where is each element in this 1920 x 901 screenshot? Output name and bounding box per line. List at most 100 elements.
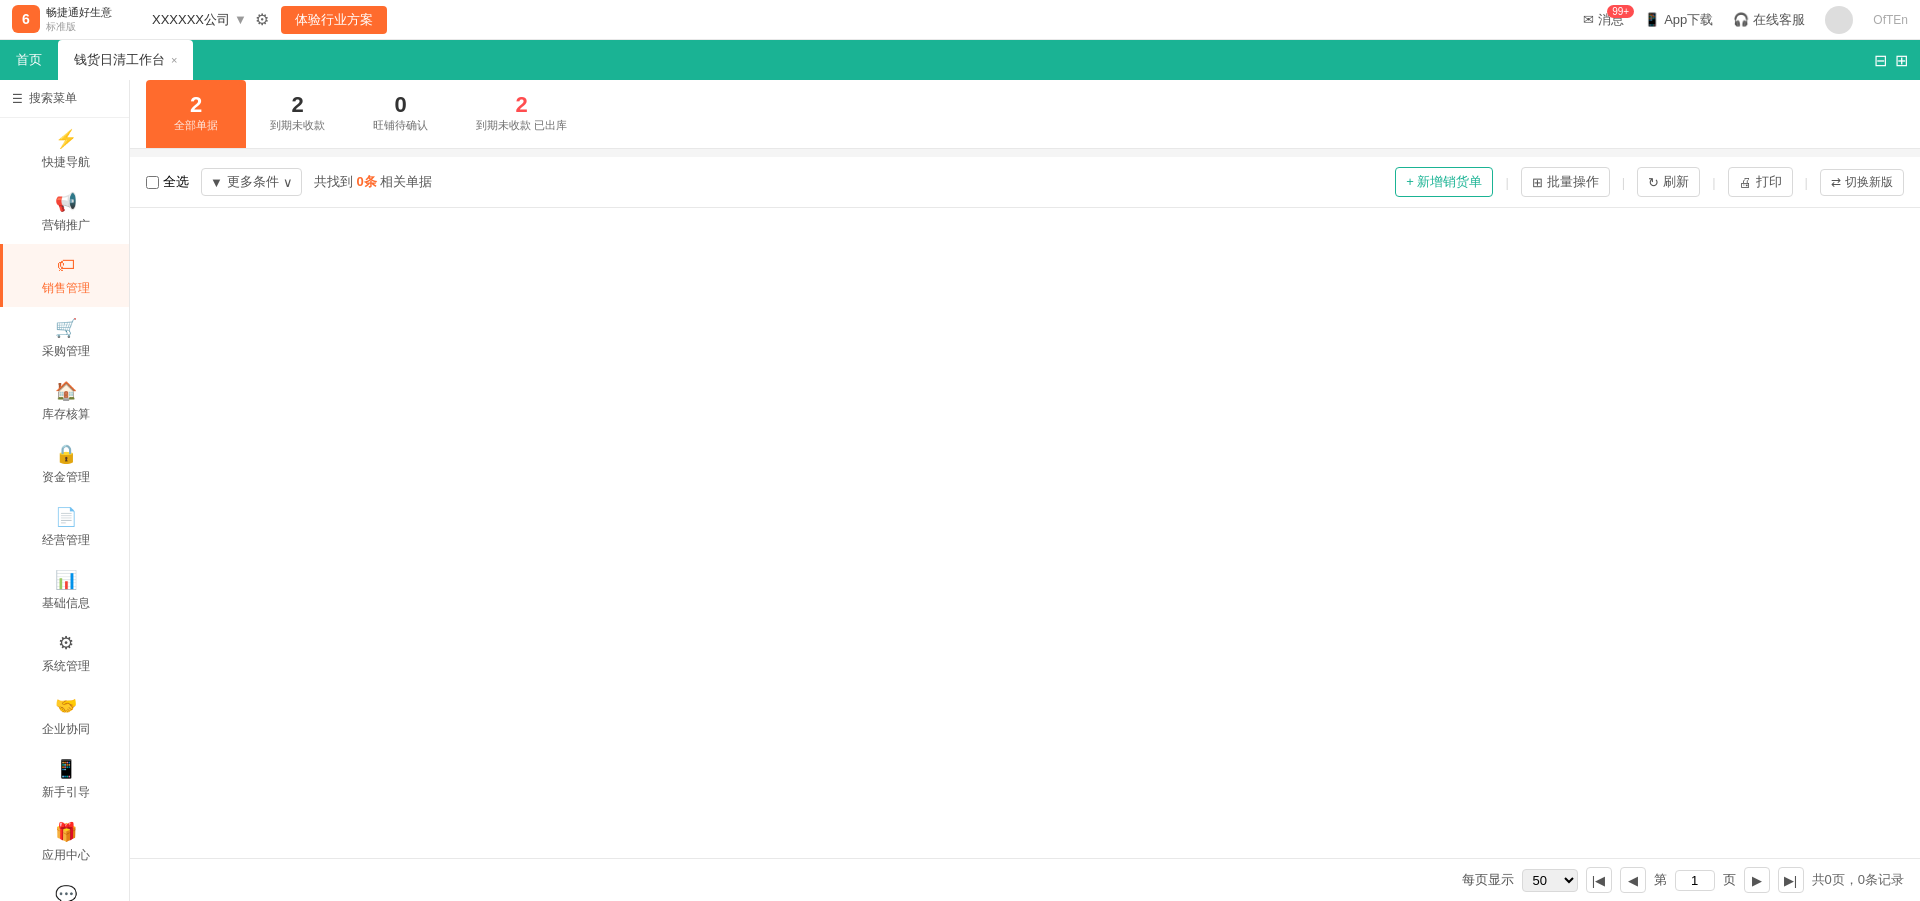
online-service-btn[interactable]: 🎧 在线客服 — [1733, 11, 1805, 29]
tab-pending-count: 0 — [394, 92, 406, 118]
service-icon: 🎧 — [1733, 12, 1749, 27]
print-icon: 🖨 — [1739, 175, 1752, 190]
add-sales-order-btn[interactable]: + 新增销货单 — [1395, 167, 1493, 197]
marketing-label: 营销推广 — [42, 217, 90, 234]
logo: 6 畅捷通好生意 标准版 — [12, 5, 142, 33]
search-icon: ☰ — [12, 92, 23, 106]
marketing-icon: 📢 — [55, 191, 77, 213]
tab-unshipped-label: 到期未收款 已出库 — [476, 118, 567, 133]
print-btn[interactable]: 🖨 打印 — [1728, 167, 1793, 197]
finance-icon: 🔒 — [55, 443, 77, 465]
active-tab[interactable]: 钱货日清工作台 × — [58, 40, 193, 80]
dropdown-icon: ▼ — [234, 12, 247, 27]
experience-btn[interactable]: 体验行业方案 — [281, 6, 387, 34]
select-all-input[interactable] — [146, 176, 159, 189]
stats-tabs: 2 全部单据 2 到期未收款 0 旺铺待确认 2 到期未收款 已出库 — [130, 80, 1920, 149]
select-all-label: 全选 — [163, 173, 189, 191]
sidebar-item-enterprise[interactable]: 🤝 企业协同 — [0, 685, 129, 748]
tab-unshipped-count: 2 — [515, 92, 527, 118]
page-suffix: 页 — [1723, 871, 1736, 889]
message-btn[interactable]: ✉ 消息 99+ — [1583, 11, 1624, 29]
purchase-label: 采购管理 — [42, 343, 90, 360]
tab-pending-confirm[interactable]: 0 旺铺待确认 — [349, 80, 452, 148]
sidebar-item-operations[interactable]: 📄 经营管理 — [0, 496, 129, 559]
pagination: 每页显示 50 100 200 |◀ ◀ 第 页 ▶ ▶| 共0页，0条记录 — [130, 858, 1920, 901]
tab-all-label: 全部单据 — [174, 118, 218, 133]
sidebar-item-quick-nav[interactable]: ⚡ 快捷导航 — [0, 118, 129, 181]
table-area — [130, 208, 1920, 858]
refresh-btn[interactable]: ↻ 刷新 — [1637, 167, 1700, 197]
guide-icon: 📱 — [55, 758, 77, 780]
sidebar-item-finance[interactable]: 🔒 资金管理 — [0, 433, 129, 496]
sidebar-item-app-center[interactable]: 🎁 应用中心 — [0, 811, 129, 874]
sidebar-item-sales[interactable]: 🏷 销售管理 — [0, 244, 129, 307]
first-page-btn[interactable]: |◀ — [1586, 867, 1612, 893]
per-page-label: 每页显示 — [1462, 871, 1514, 889]
message-badge: 99+ — [1607, 5, 1634, 18]
sidebar-item-system[interactable]: ⚙ 系统管理 — [0, 622, 129, 685]
enterprise-label: 企业协同 — [42, 721, 90, 738]
next-page-btn[interactable]: ▶ — [1744, 867, 1770, 893]
per-page-select[interactable]: 50 100 200 — [1522, 869, 1578, 892]
switch-version-btn[interactable]: ⇄ 切换新版 — [1820, 169, 1904, 196]
finance-label: 资金管理 — [42, 469, 90, 486]
settings-icon[interactable]: ⚙ — [255, 10, 269, 29]
switch-icon: ⇄ — [1831, 175, 1841, 189]
filter-icon: ▼ — [210, 175, 223, 190]
tab-overdue-unpaid[interactable]: 2 到期未收款 — [246, 80, 349, 148]
search-label: 搜索菜单 — [29, 90, 77, 107]
page-label: 第 — [1654, 871, 1667, 889]
basic-info-label: 基础信息 — [42, 595, 90, 612]
operations-icon: 📄 — [55, 506, 77, 528]
nav-tab-actions: ⊟ ⊞ — [1874, 51, 1920, 70]
found-count: 0条 — [357, 174, 377, 189]
sales-label: 销售管理 — [42, 280, 90, 297]
company-name: XXXXXX公司 — [152, 11, 230, 29]
system-label: 系统管理 — [42, 658, 90, 675]
sidebar-item-marketing[interactable]: 📢 营销推广 — [0, 181, 129, 244]
sidebar-item-wechat[interactable]: 💬 企业微信 — [0, 874, 129, 901]
app-download-btn[interactable]: 📱 App下载 — [1644, 11, 1713, 29]
sidebar-search[interactable]: ☰ 搜索菜单 — [0, 80, 129, 118]
topbar: 6 畅捷通好生意 标准版 XXXXXX公司 ▼ ⚙ 体验行业方案 ✉ 消息 99… — [0, 0, 1920, 40]
sidebar-item-inventory[interactable]: 🏠 库存核算 — [0, 370, 129, 433]
topbar-right: ✉ 消息 99+ 📱 App下载 🎧 在线客服 OfTEn — [1583, 6, 1908, 34]
logo-sub: 标准版 — [46, 20, 112, 34]
avatar[interactable] — [1825, 6, 1853, 34]
page-input[interactable] — [1675, 870, 1715, 891]
batch-label: 批量操作 — [1547, 173, 1599, 191]
home-tab[interactable]: 首页 — [0, 40, 58, 80]
prev-page-btn[interactable]: ◀ — [1620, 867, 1646, 893]
sales-icon: 🏷 — [55, 254, 77, 276]
sidebar-item-basic-info[interactable]: 📊 基础信息 — [0, 559, 129, 622]
found-text: 共找到 0条 相关单据 — [314, 173, 432, 191]
app-center-label: 应用中心 — [42, 847, 90, 864]
tab-overdue-unpaid-label: 到期未收款 — [270, 118, 325, 133]
tab-overdue-unshipped[interactable]: 2 到期未收款 已出库 — [452, 80, 591, 148]
message-icon: ✉ — [1583, 12, 1594, 27]
filter-chevron-icon: ∨ — [283, 175, 293, 190]
sidebar-item-guide[interactable]: 📱 新手引导 — [0, 748, 129, 811]
last-page-btn[interactable]: ▶| — [1778, 867, 1804, 893]
system-icon: ⚙ — [55, 632, 77, 654]
tab-pending-label: 旺铺待确认 — [373, 118, 428, 133]
toolbar: 全选 ▼ 更多条件 ∨ 共找到 0条 相关单据 + 新增销货单 | ⊞ — [130, 157, 1920, 208]
tab-all[interactable]: 2 全部单据 — [146, 80, 246, 148]
company-selector[interactable]: XXXXXX公司 ▼ — [152, 11, 247, 29]
batch-operation-btn[interactable]: ⊞ 批量操作 — [1521, 167, 1610, 197]
minimize-btn[interactable]: ⊟ — [1874, 51, 1887, 70]
select-all-checkbox[interactable]: 全选 — [146, 173, 189, 191]
wechat-icon: 💬 — [55, 884, 77, 901]
tab-overdue-unpaid-count: 2 — [291, 92, 303, 118]
sidebar-item-purchase[interactable]: 🛒 采购管理 — [0, 307, 129, 370]
service-label: 在线客服 — [1753, 11, 1805, 29]
batch-icon: ⊞ — [1532, 175, 1543, 190]
switch-label: 切换新版 — [1845, 174, 1893, 191]
close-tab-btn[interactable]: × — [171, 54, 177, 66]
filter-label: 更多条件 — [227, 173, 279, 191]
expand-btn[interactable]: ⊞ — [1895, 51, 1908, 70]
sidebar: ☰ 搜索菜单 ⚡ 快捷导航 📢 营销推广 🏷 销售管理 🛒 采购管理 🏠 库存核… — [0, 80, 130, 901]
page-total: 共0页，0条记录 — [1812, 871, 1904, 889]
main-content: 2 全部单据 2 到期未收款 0 旺铺待确认 2 到期未收款 已出库 全选 — [130, 80, 1920, 901]
filter-btn[interactable]: ▼ 更多条件 ∨ — [201, 168, 302, 196]
